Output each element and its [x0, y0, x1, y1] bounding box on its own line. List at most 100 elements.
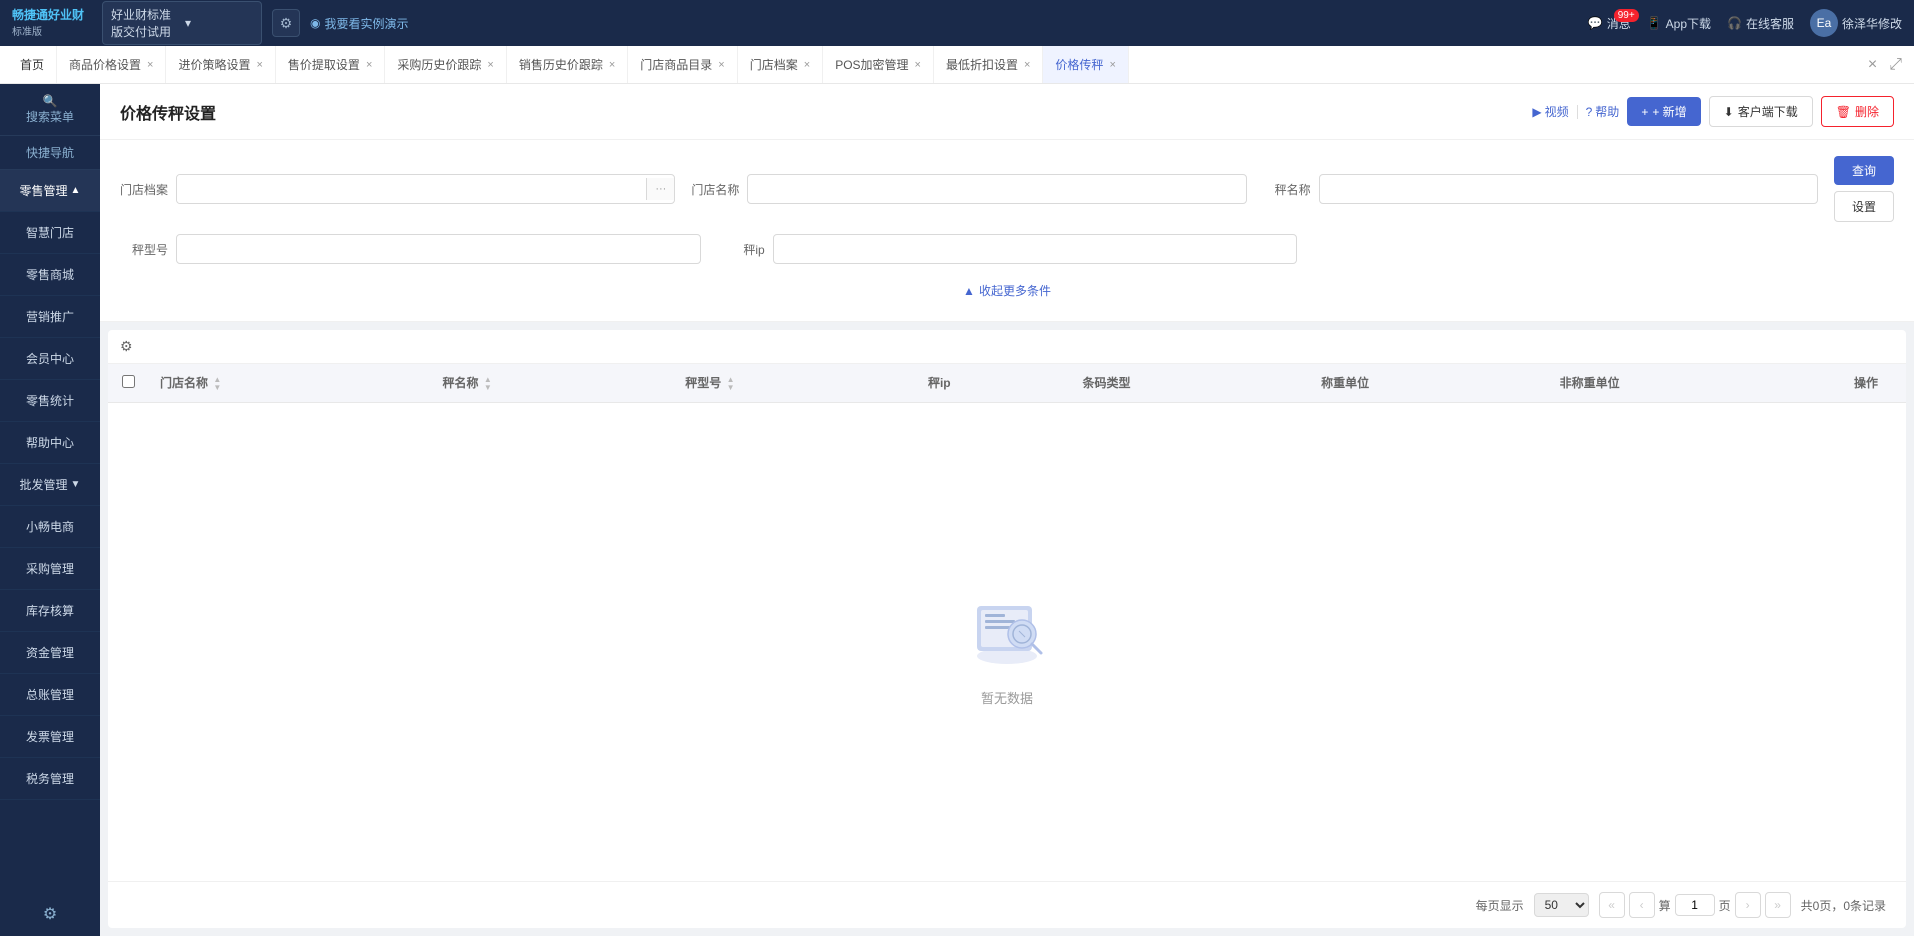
delete-button[interactable]: 🗑 删除 [1821, 96, 1894, 127]
top-bar: 畅捷通好业财 标准版 好业财标准版交付试用 ▾ ⚙ ◉ 我要看实例演示 💬 消息… [0, 0, 1914, 46]
close-all-tabs-button[interactable]: × [1864, 52, 1881, 78]
store-profile-label: 门店档案 [120, 181, 168, 198]
version-select[interactable]: 好业财标准版交付试用 ▾ [102, 1, 262, 45]
sidebar-item-help[interactable]: 帮助中心 [0, 422, 100, 464]
scale-name-input[interactable] [1319, 174, 1818, 204]
sidebar-marketing-label: 营销推广 [26, 310, 74, 324]
tab-store-catalog[interactable]: 门店商品目录 × [628, 46, 737, 84]
sidebar-general-ledger-label: 总账管理 [26, 688, 74, 702]
close-icon[interactable]: × [487, 59, 493, 71]
message-badge: 99+ [1614, 9, 1639, 22]
sidebar-item-ecommerce[interactable]: 小畅电商 [0, 506, 100, 548]
help-link[interactable]: ? 帮助 [1586, 103, 1620, 120]
tab-price-transfer-label: 价格传秤 [1055, 56, 1103, 73]
close-icon[interactable]: × [609, 59, 615, 71]
store-name-label: 门店名称 [691, 181, 739, 198]
pagination-bar: 每页显示 50 10 20 100 « ‹ 算 页 › » 共0页，0条记录 [108, 881, 1906, 928]
tab-home[interactable]: 首页 [8, 46, 57, 84]
close-icon[interactable]: × [1024, 59, 1030, 71]
sidebar-item-retail-stats[interactable]: 零售统计 [0, 380, 100, 422]
tab-sell-price[interactable]: 售价提取设置 × [276, 46, 385, 84]
empty-text: 暂无数据 [981, 688, 1033, 707]
prev-page-button[interactable]: ‹ [1629, 892, 1655, 918]
tab-purchase-history-label: 采购历史价跟踪 [397, 56, 481, 73]
filter-section: 门店档案 ··· 门店名称 秤名称 查询 [100, 140, 1914, 322]
sidebar-item-tax[interactable]: 税务管理 [0, 758, 100, 800]
sidebar-item-smart-store[interactable]: 智慧门店 [0, 212, 100, 254]
close-icon[interactable]: × [256, 59, 262, 71]
sidebar-item-online-store[interactable]: 零售商城 [0, 254, 100, 296]
close-icon[interactable]: × [804, 59, 810, 71]
app-download-button[interactable]: 📱 App下载 [1647, 15, 1711, 32]
sidebar-quick-nav[interactable]: 快捷导航 [0, 136, 100, 170]
scale-model-input[interactable] [176, 234, 701, 264]
scale-ip-input[interactable] [773, 234, 1298, 264]
store-profile-dots-button[interactable]: ··· [646, 178, 674, 200]
user-menu[interactable]: Ea 徐泽华修改 [1810, 9, 1902, 37]
sidebar-item-retail[interactable]: 零售管理 ▲ [0, 170, 100, 212]
filter-scale-ip: 秤ip [717, 234, 1298, 264]
filter-store-name: 门店名称 [691, 174, 1246, 204]
tab-purchase-history[interactable]: 采购历史价跟踪 × [385, 46, 506, 84]
expand-tabs-button[interactable]: ⤢ [1885, 52, 1906, 78]
close-icon[interactable]: × [366, 59, 372, 71]
online-service-button[interactable]: 🎧 在线客服 [1727, 15, 1794, 32]
download-button[interactable]: ⬇ 客户端下载 [1709, 96, 1813, 127]
demo-button[interactable]: ◉ 我要看实例演示 [310, 15, 409, 32]
th-scale-model[interactable]: 秤型号 ▲▼ [673, 364, 916, 402]
add-icon: + [1641, 105, 1648, 119]
sidebar-ecommerce-label: 小畅电商 [26, 520, 74, 534]
scale-model-label: 秤型号 [120, 241, 168, 258]
sidebar-settings-button[interactable]: ⚙ [0, 892, 100, 936]
sort-arrows-icon: ▲▼ [484, 376, 492, 392]
first-page-button[interactable]: « [1599, 892, 1625, 918]
sidebar-item-wholesale[interactable]: 批发管理 ▼ [0, 464, 100, 506]
tab-price-transfer[interactable]: 价格传秤 × [1043, 46, 1128, 84]
divider [1577, 105, 1578, 119]
close-icon[interactable]: × [915, 59, 921, 71]
collapse-button[interactable]: ▲ 收起更多条件 [963, 282, 1051, 299]
add-button[interactable]: + + 新增 [1627, 97, 1700, 126]
video-link[interactable]: ▶ 视频 [1532, 103, 1568, 120]
query-button[interactable]: 查询 [1834, 156, 1894, 185]
tab-price-setting[interactable]: 商品价格设置 × [57, 46, 166, 84]
select-all-checkbox[interactable] [122, 375, 135, 388]
table-settings-icon[interactable]: ⚙ [120, 338, 133, 355]
settings-btn[interactable]: 设置 [1834, 191, 1894, 222]
th-scale-name[interactable]: 秤名称 ▲▼ [430, 364, 673, 402]
sidebar-item-purchase[interactable]: 采购管理 [0, 548, 100, 590]
table-wrapper: 门店名称 ▲▼ 秤名称 ▲▼ 秤型号 ▲▼ 秤ip [108, 364, 1906, 403]
sidebar-item-invoice[interactable]: 发票管理 [0, 716, 100, 758]
sidebar-item-finance[interactable]: 资金管理 [0, 632, 100, 674]
settings-label: 设置 [1852, 198, 1876, 215]
sidebar-search[interactable]: 🔍 搜索菜单 [0, 84, 100, 136]
th-store-name[interactable]: 门店名称 ▲▼ [148, 364, 430, 402]
close-icon[interactable]: × [147, 59, 153, 71]
tab-min-discount[interactable]: 最低折扣设置 × [934, 46, 1043, 84]
sort-arrows-icon: ▲▼ [213, 376, 221, 392]
next-page-button[interactable]: › [1735, 892, 1761, 918]
tab-purchase-strategy[interactable]: 进价策略设置 × [166, 46, 275, 84]
tab-store-profile[interactable]: 门店档案 × [738, 46, 823, 84]
close-icon[interactable]: × [718, 59, 724, 71]
th-checkbox [108, 364, 148, 402]
close-icon[interactable]: × [1109, 59, 1115, 71]
page-goto-label: 算 [1659, 897, 1671, 914]
chevron-up-icon: ▲ [963, 284, 975, 298]
page-size-select[interactable]: 50 10 20 100 [1534, 893, 1589, 917]
sidebar-item-member[interactable]: 会员中心 [0, 338, 100, 380]
sidebar-item-general-ledger[interactable]: 总账管理 [0, 674, 100, 716]
sidebar-retail-stats-label: 零售统计 [26, 394, 74, 408]
message-button[interactable]: 💬 消息 99+ [1588, 15, 1631, 32]
tab-sell-history[interactable]: 销售历史价跟踪 × [507, 46, 628, 84]
settings-button[interactable]: ⚙ [272, 9, 300, 37]
tab-pos-manage[interactable]: POS加密管理 × [823, 46, 934, 84]
last-page-button[interactable]: » [1765, 892, 1791, 918]
download-icon: ⬇ [1724, 105, 1734, 119]
sidebar-item-marketing[interactable]: 营销推广 [0, 296, 100, 338]
sidebar-item-inventory[interactable]: 库存核算 [0, 590, 100, 632]
store-profile-input[interactable] [177, 174, 646, 204]
store-name-input[interactable] [747, 174, 1246, 204]
filter-row-1: 门店档案 ··· 门店名称 秤名称 查询 [120, 156, 1894, 222]
page-input[interactable] [1675, 894, 1715, 916]
